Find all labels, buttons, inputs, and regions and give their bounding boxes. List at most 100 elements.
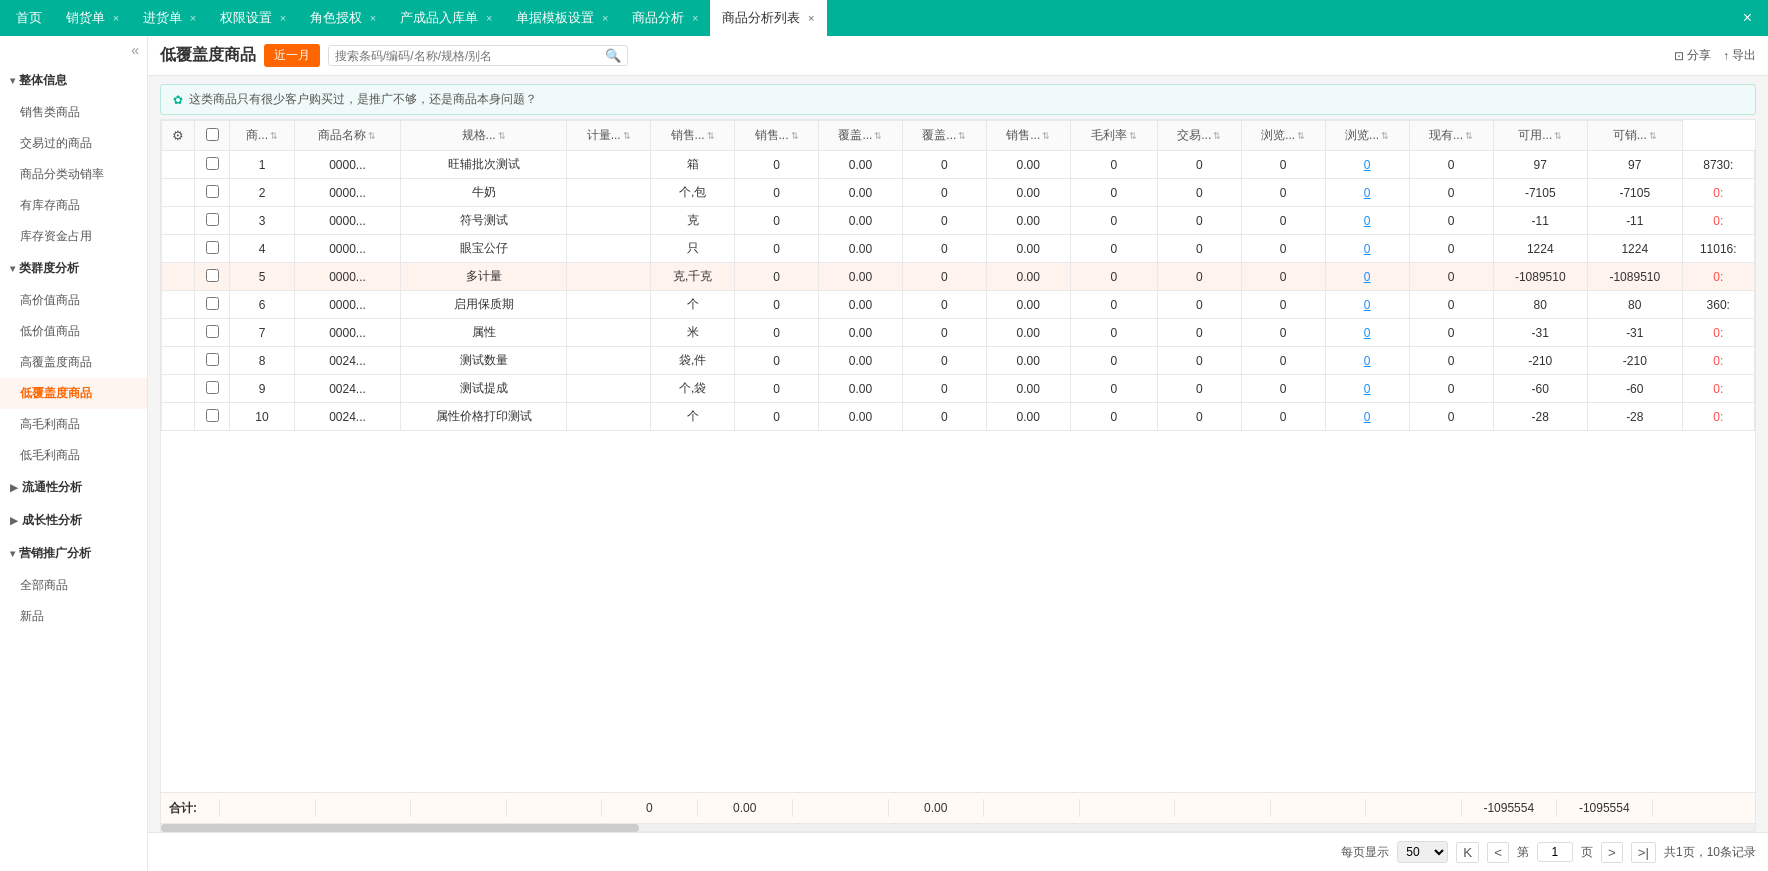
col-header-browse2[interactable]: 浏览...⇅ bbox=[1325, 121, 1409, 151]
col-header-gross-margin[interactable]: 毛利率⇅ bbox=[1070, 121, 1157, 151]
nav-goods-analysis-list-close[interactable]: × bbox=[808, 12, 814, 24]
nav-role[interactable]: 角色授权 × bbox=[298, 0, 388, 36]
sidebar-collapse-btn[interactable]: « bbox=[0, 36, 147, 64]
gear-icon[interactable]: ⚙ bbox=[172, 128, 184, 143]
first-page-btn[interactable]: K bbox=[1456, 842, 1479, 863]
search-input[interactable] bbox=[335, 49, 605, 63]
browse-link[interactable]: 0 bbox=[1364, 382, 1371, 396]
sidebar-item-traded-goods[interactable]: 交易过的商品 bbox=[0, 128, 147, 159]
browse-link[interactable]: 0 bbox=[1364, 410, 1371, 424]
nav-permission-close[interactable]: × bbox=[280, 12, 286, 24]
sidebar-item-capital-occupied[interactable]: 库存资金占用 bbox=[0, 221, 147, 252]
table-cell[interactable]: 0 bbox=[1325, 403, 1409, 431]
browse-link[interactable]: 0 bbox=[1364, 214, 1371, 228]
sidebar-item-new-goods[interactable]: 新品 bbox=[0, 601, 147, 632]
table-cell[interactable]: 0 bbox=[1325, 375, 1409, 403]
row-checkbox[interactable] bbox=[206, 297, 219, 310]
row-checkbox[interactable] bbox=[206, 325, 219, 338]
nav-sales-close[interactable]: × bbox=[113, 12, 119, 24]
sidebar-item-high-margin[interactable]: 高毛利商品 bbox=[0, 409, 147, 440]
export-button[interactable]: ↑ 导出 bbox=[1723, 47, 1756, 64]
col-header-sales-qty[interactable]: 销售...⇅ bbox=[651, 121, 735, 151]
col-header-unit[interactable]: 计量...⇅ bbox=[567, 121, 651, 151]
horizontal-scrollbar[interactable] bbox=[160, 824, 1756, 832]
sidebar-item-low-value[interactable]: 低价值商品 bbox=[0, 316, 147, 347]
col-header-sales3[interactable]: 销售...⇅ bbox=[986, 121, 1070, 151]
col-header-browse1[interactable]: 浏览...⇅ bbox=[1241, 121, 1325, 151]
share-button[interactable]: ⊡ 分享 bbox=[1674, 47, 1711, 64]
col-header-name[interactable]: 商品名称⇅ bbox=[294, 121, 400, 151]
select-all-checkbox[interactable] bbox=[206, 128, 219, 141]
last-page-btn[interactable]: >| bbox=[1631, 842, 1656, 863]
browse-link[interactable]: 0 bbox=[1364, 354, 1371, 368]
nav-role-close[interactable]: × bbox=[370, 12, 376, 24]
table-cell[interactable]: 0 bbox=[1325, 151, 1409, 179]
nav-template-close[interactable]: × bbox=[602, 12, 608, 24]
row-checkbox[interactable] bbox=[206, 381, 219, 394]
row-checkbox[interactable] bbox=[206, 185, 219, 198]
nav-finished-goods-close[interactable]: × bbox=[486, 12, 492, 24]
row-checkbox[interactable] bbox=[206, 409, 219, 422]
per-page-select[interactable]: 50 100 200 bbox=[1397, 841, 1448, 863]
sidebar-item-high-value[interactable]: 高价值商品 bbox=[0, 285, 147, 316]
col-header-sales-amt[interactable]: 销售...⇅ bbox=[735, 121, 819, 151]
table-cell[interactable]: 0 bbox=[1325, 263, 1409, 291]
browse-link[interactable]: 0 bbox=[1364, 242, 1371, 256]
col-header-current-stock[interactable]: 现有...⇅ bbox=[1409, 121, 1493, 151]
sidebar-item-low-margin[interactable]: 低毛利商品 bbox=[0, 440, 147, 471]
nav-goods-analysis-close[interactable]: × bbox=[692, 12, 698, 24]
nav-finished-goods[interactable]: 产成品入库单 × bbox=[388, 0, 504, 36]
browse-link[interactable]: 0 bbox=[1364, 186, 1371, 200]
nav-home[interactable]: 首页 bbox=[4, 0, 54, 36]
browse-link[interactable]: 0 bbox=[1364, 270, 1371, 284]
nav-purchase-close[interactable]: × bbox=[190, 12, 196, 24]
browse-link[interactable]: 0 bbox=[1364, 298, 1371, 312]
sidebar-flow-header[interactable]: ▶ 流通性分析 bbox=[0, 471, 147, 504]
page-number-input[interactable] bbox=[1537, 842, 1573, 862]
scroll-thumb[interactable] bbox=[161, 824, 639, 832]
row-checkbox[interactable] bbox=[206, 157, 219, 170]
nav-goods-analysis[interactable]: 商品分析 × bbox=[620, 0, 710, 36]
sidebar-marketing-header[interactable]: ▾ 营销推广分析 bbox=[0, 537, 147, 570]
nav-template[interactable]: 单据模板设置 × bbox=[504, 0, 620, 36]
prev-page-btn[interactable]: < bbox=[1487, 842, 1509, 863]
col-header-spec[interactable]: 规格...⇅ bbox=[401, 121, 567, 151]
nav-goods-analysis-list[interactable]: 商品分析列表 × bbox=[710, 0, 826, 36]
sidebar-item-low-coverage[interactable]: 低覆盖度商品 bbox=[0, 378, 147, 409]
sidebar-overall-header[interactable]: ▾ 整体信息 bbox=[0, 64, 147, 97]
col-header-saleable[interactable]: 可销...⇅ bbox=[1588, 121, 1683, 151]
table-cell[interactable]: 0 bbox=[1325, 347, 1409, 375]
sidebar-item-high-coverage[interactable]: 高覆盖度商品 bbox=[0, 347, 147, 378]
nav-permission[interactable]: 权限设置 × bbox=[208, 0, 298, 36]
nav-purchase[interactable]: 进货单 × bbox=[131, 0, 208, 36]
row-checkbox[interactable] bbox=[206, 269, 219, 282]
col-header-available-stock[interactable]: 可用...⇅ bbox=[1493, 121, 1588, 151]
row-checkbox[interactable] bbox=[206, 353, 219, 366]
col-header-coverage1[interactable]: 覆盖...⇅ bbox=[818, 121, 902, 151]
sidebar-item-sales-goods[interactable]: 销售类商品 bbox=[0, 97, 147, 128]
browse-link[interactable]: 0 bbox=[1364, 326, 1371, 340]
table-cell[interactable]: 0 bbox=[1325, 179, 1409, 207]
row-checkbox[interactable] bbox=[206, 241, 219, 254]
col-header-code[interactable]: 商...⇅ bbox=[230, 121, 295, 151]
sidebar-item-stocked-goods[interactable]: 有库存商品 bbox=[0, 190, 147, 221]
close-all-tabs[interactable]: × bbox=[1731, 9, 1764, 27]
row-checkbox[interactable] bbox=[206, 213, 219, 226]
table-cell[interactable]: 0 bbox=[1325, 291, 1409, 319]
col-header-check[interactable] bbox=[195, 121, 230, 151]
nav-sales[interactable]: 销货单 × bbox=[54, 0, 131, 36]
time-filter-button[interactable]: 近一月 bbox=[264, 44, 320, 67]
sidebar-growth-header[interactable]: ▶ 成长性分析 bbox=[0, 504, 147, 537]
search-icon[interactable]: 🔍 bbox=[605, 48, 621, 63]
next-page-btn[interactable]: > bbox=[1601, 842, 1623, 863]
col-header-gear[interactable]: ⚙ bbox=[162, 121, 195, 151]
col-header-coverage2[interactable]: 覆盖...⇅ bbox=[902, 121, 986, 151]
browse-link[interactable]: 0 bbox=[1364, 158, 1371, 172]
table-cell[interactable]: 0 bbox=[1325, 319, 1409, 347]
sidebar-item-category-sales-rate[interactable]: 商品分类动销率 bbox=[0, 159, 147, 190]
sidebar-coverage-header[interactable]: ▾ 类群度分析 bbox=[0, 252, 147, 285]
table-cell[interactable]: 0 bbox=[1325, 235, 1409, 263]
table-cell[interactable]: 0 bbox=[1325, 207, 1409, 235]
col-header-trade[interactable]: 交易...⇅ bbox=[1157, 121, 1241, 151]
sidebar-item-all-goods[interactable]: 全部商品 bbox=[0, 570, 147, 601]
